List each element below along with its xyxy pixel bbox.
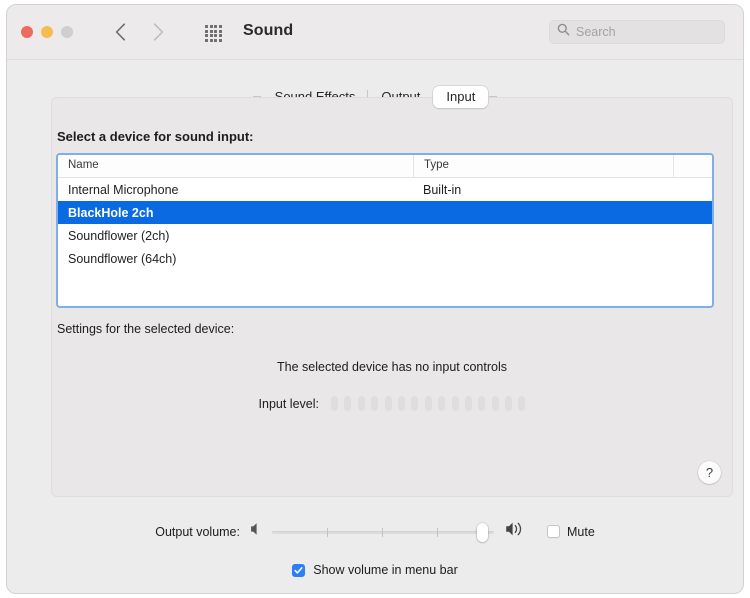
page-title: Sound xyxy=(243,22,294,39)
mute-label: Mute xyxy=(566,524,595,539)
window-titlebar: Sound Search xyxy=(7,5,743,60)
slider-knob[interactable] xyxy=(476,522,488,542)
device-name: Internal Microphone xyxy=(68,182,179,197)
show-volume-row[interactable]: Show volume in menu bar xyxy=(7,563,743,577)
output-volume-row: Output volume: Mute xyxy=(7,521,743,542)
level-segment xyxy=(371,396,379,411)
column-header-spacer xyxy=(673,155,712,177)
slider-tick xyxy=(436,527,438,537)
select-device-label: Select a device for sound input: xyxy=(57,129,254,144)
search-icon xyxy=(557,23,570,41)
level-segment xyxy=(505,396,513,411)
level-segment xyxy=(344,396,352,411)
output-volume-slider[interactable] xyxy=(271,522,494,542)
level-segment xyxy=(518,396,526,411)
input-device-list[interactable]: Name Type Internal Microphone Built-in B… xyxy=(56,153,714,308)
input-level-row: Input level: xyxy=(52,396,732,411)
maximize-button[interactable] xyxy=(61,26,73,38)
mute-checkbox[interactable] xyxy=(546,525,560,538)
slider-track xyxy=(271,530,494,534)
tab-input[interactable]: Input xyxy=(433,85,489,108)
level-segment xyxy=(397,396,405,411)
column-header-name[interactable]: Name xyxy=(58,155,413,177)
show-volume-checkbox[interactable] xyxy=(292,563,306,577)
speaker-high-icon xyxy=(505,521,526,542)
traffic-light-buttons xyxy=(21,26,73,38)
device-type: Built-in xyxy=(423,182,462,197)
input-settings-panel: Select a device for sound input: Name Ty… xyxy=(51,97,733,497)
slider-tick xyxy=(381,527,383,537)
input-level-meter xyxy=(331,396,526,411)
level-segment xyxy=(438,396,446,411)
table-row[interactable]: Soundflower (2ch) xyxy=(58,224,712,247)
help-button[interactable]: ? xyxy=(698,461,721,484)
table-row[interactable]: Soundflower (64ch) xyxy=(58,247,712,270)
level-segment xyxy=(491,396,499,411)
minimize-button[interactable] xyxy=(41,26,53,38)
input-level-label: Input level: xyxy=(258,396,319,411)
settings-for-device-label: Settings for the selected device: xyxy=(57,322,235,336)
level-segment xyxy=(464,396,472,411)
mute-control[interactable]: Mute xyxy=(546,524,595,539)
speaker-low-icon xyxy=(250,522,263,541)
level-segment xyxy=(424,396,432,411)
column-header-type[interactable]: Type xyxy=(413,155,673,177)
close-button[interactable] xyxy=(21,26,33,38)
no-input-controls-message: The selected device has no input control… xyxy=(277,360,507,374)
level-segment xyxy=(331,396,338,411)
navigation-arrows xyxy=(111,19,167,45)
device-name: BlackHole 2ch xyxy=(68,205,154,220)
level-segment xyxy=(478,396,486,411)
search-field[interactable]: Search xyxy=(549,20,725,44)
search-placeholder: Search xyxy=(576,25,616,39)
level-segment xyxy=(357,396,365,411)
level-segment xyxy=(411,396,419,411)
level-segment xyxy=(451,396,459,411)
back-chevron-icon[interactable] xyxy=(111,19,129,45)
level-segment xyxy=(384,396,392,411)
table-row[interactable]: Internal Microphone Built-in xyxy=(58,178,712,201)
output-volume-label: Output volume: xyxy=(155,524,240,539)
grid-apps-icon[interactable] xyxy=(205,25,227,42)
table-row[interactable]: BlackHole 2ch xyxy=(58,201,712,224)
device-name: Soundflower (2ch) xyxy=(68,228,170,243)
show-volume-label: Show volume in menu bar xyxy=(313,563,458,577)
sound-preferences-window: Sound Search Sound Effects Output Input … xyxy=(6,4,744,594)
device-name: Soundflower (64ch) xyxy=(68,251,177,266)
list-header-row: Name Type xyxy=(58,155,712,178)
forward-chevron-icon[interactable] xyxy=(149,19,167,45)
slider-tick xyxy=(326,527,328,537)
